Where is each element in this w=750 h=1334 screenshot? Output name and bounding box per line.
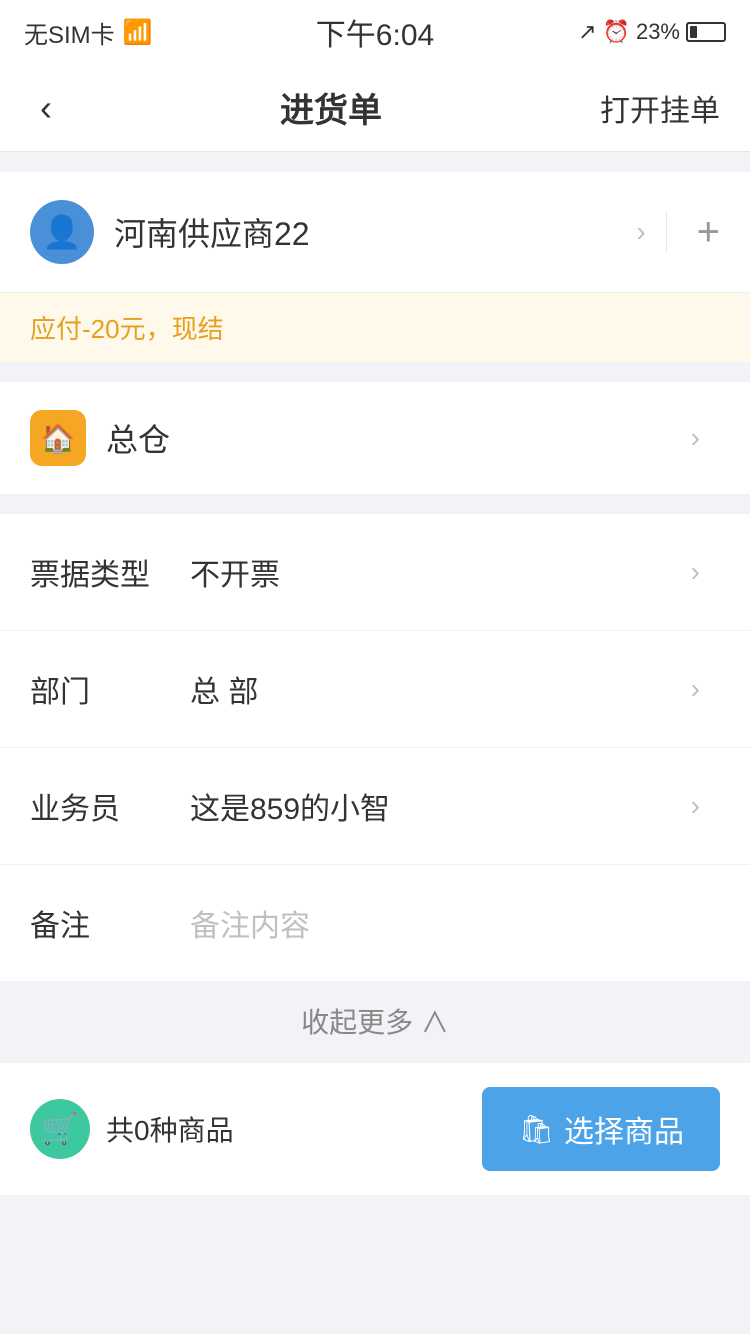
invoice-type-label: 票据类型 <box>30 550 150 594</box>
warehouse-name: 总仓 <box>106 415 691 461</box>
goods-count-text: 共0种商品 <box>106 1109 234 1149</box>
select-goods-button[interactable]: 🛍 选择商品 <box>482 1087 720 1171</box>
supplier-name: 河南供应商22 <box>114 209 636 255</box>
warehouse-row[interactable]: 🏠 总仓 › <box>0 382 750 494</box>
remark-value[interactable]: 备注内容 <box>190 901 720 945</box>
department-row[interactable]: 部门 总 部 › <box>0 631 750 748</box>
bottom-bar: 🛒 共0种商品 🛍 选择商品 <box>0 1063 750 1195</box>
divider <box>666 212 667 252</box>
invoice-type-row[interactable]: 票据类型 不开票 › <box>0 514 750 631</box>
carrier-text: 无SIM卡 <box>24 15 115 50</box>
select-goods-icon: 🛍 <box>518 1113 554 1146</box>
avatar: 👤 <box>30 200 94 264</box>
department-value: 总 部 <box>190 667 691 711</box>
status-time: 下午6:04 <box>316 10 434 54</box>
nav-bar: ‹ 进货单 打开挂单 <box>0 64 750 152</box>
invoice-type-value: 不开票 <box>190 550 691 594</box>
form-section: 票据类型 不开票 › 部门 总 部 › 业务员 这是859的小智 › 备注 备注… <box>0 514 750 981</box>
goods-count-area: 🛒 共0种商品 <box>30 1099 234 1159</box>
alarm-icon: ⏰ <box>603 19 630 45</box>
house-icon: 🏠 <box>41 422 76 455</box>
select-goods-label: 选择商品 <box>564 1107 684 1151</box>
chevron-right-icon: › <box>691 673 700 705</box>
status-left: 无SIM卡 📶 <box>24 15 153 50</box>
chevron-right-icon: › <box>636 216 645 248</box>
wifi-icon: 📶 <box>123 18 153 47</box>
section-gap-1 <box>0 152 750 172</box>
chevron-right-icon: › <box>691 556 700 588</box>
cart-icon: 🛒 <box>41 1112 78 1147</box>
page-title: 进货单 <box>280 83 382 132</box>
chevron-right-icon: › <box>691 790 700 822</box>
collapse-row[interactable]: 收起更多 ∧ <box>0 981 750 1061</box>
warehouse-section: 🏠 总仓 › <box>0 382 750 494</box>
notice-text: 应付-20元，现结 <box>30 314 224 344</box>
salesman-label: 业务员 <box>30 784 150 828</box>
status-right: ↗ ⏰ 23% <box>578 19 726 45</box>
location-icon: ↗ <box>578 19 596 45</box>
department-label: 部门 <box>30 667 150 711</box>
open-pending-button[interactable]: 打开挂单 <box>600 86 720 130</box>
supplier-row[interactable]: 👤 河南供应商22 › + <box>0 172 750 293</box>
remark-row[interactable]: 备注 备注内容 <box>0 865 750 981</box>
battery-icon <box>686 22 726 42</box>
collapse-label: 收起更多 ∧ <box>301 1001 449 1041</box>
notice-bar: 应付-20元，现结 <box>0 293 750 362</box>
back-button[interactable]: ‹ <box>30 77 62 139</box>
salesman-value: 这是859的小智 <box>190 784 691 828</box>
salesman-row[interactable]: 业务员 这是859的小智 › <box>0 748 750 865</box>
battery-percent: 23% <box>636 19 680 45</box>
remark-label: 备注 <box>30 901 150 945</box>
status-bar: 无SIM卡 📶 下午6:04 ↗ ⏰ 23% <box>0 0 750 64</box>
warehouse-icon: 🏠 <box>30 410 86 466</box>
supplier-section: 👤 河南供应商22 › + 应付-20元，现结 <box>0 172 750 362</box>
chevron-right-icon: › <box>691 422 700 454</box>
add-supplier-button[interactable]: + <box>697 210 720 255</box>
goods-cart-icon: 🛒 <box>30 1099 90 1159</box>
avatar-icon: 👤 <box>42 213 82 251</box>
